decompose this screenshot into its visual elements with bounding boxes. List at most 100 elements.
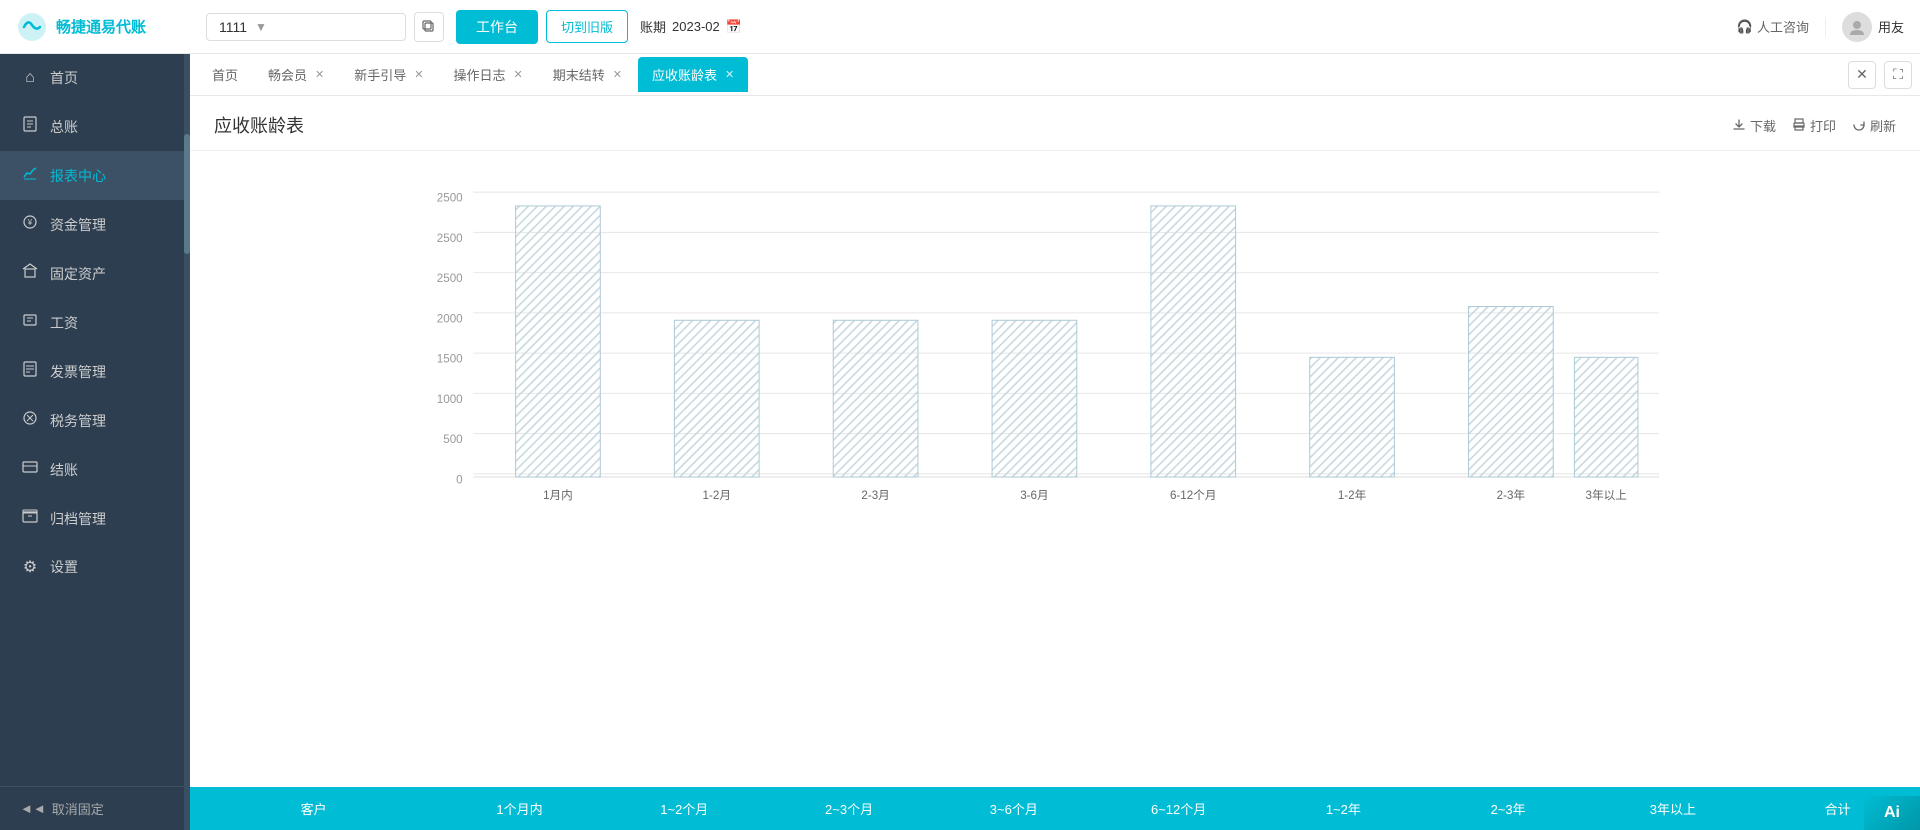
tab-guide[interactable]: 新手引导 ✕ [340,57,437,92]
download-icon [1732,118,1746,132]
user-area[interactable]: 用友 [1842,12,1904,42]
svg-text:3-6月: 3-6月 [1020,489,1048,502]
consult-button[interactable]: 🎧 人工咨询 [1737,17,1809,36]
th-1month: 1个月内 [437,799,602,818]
th-2-3year: 2~3年 [1426,799,1591,818]
table-header-row: 客户 1个月内 1~2个月 2~3个月 3~6个月 6~12个月 1~2年 2~… [190,787,1920,830]
top-header: 畅捷通易代账 1111 ▼ 工作台 切到旧版 账期 2023-02 📅 🎧 人工… [0,0,1920,54]
tab-close-all-button[interactable]: ✕ [1848,61,1876,89]
svg-text:1500: 1500 [437,353,463,366]
sidebar-item-settings[interactable]: ⚙ 设置 [0,543,190,591]
svg-text:1-2年: 1-2年 [1338,488,1367,502]
tab-guide-label: 新手引导 [354,65,406,84]
ai-badge-label: Ai [1884,804,1900,822]
divider [1825,17,1826,37]
svg-text:2-3年: 2-3年 [1497,488,1526,502]
sidebar-label-ledger: 总账 [50,117,78,137]
payroll-icon [20,312,40,333]
svg-text:3年以上: 3年以上 [1586,488,1628,502]
home-icon: ⌂ [20,69,40,87]
svg-text:2-3月: 2-3月 [861,489,889,502]
switch-version-button[interactable]: 切到旧版 [546,10,628,43]
tab-oplog-label: 操作日志 [453,65,505,84]
page-header: 应收账龄表 下载 [190,96,1920,151]
tax-icon [20,410,40,431]
consult-label: 人工咨询 [1757,17,1809,36]
checkout-icon [20,459,40,480]
sidebar-item-reports[interactable]: 报表中心 [0,151,190,200]
sidebar-label-assets: 固定资产 [50,264,106,284]
sidebar-label-reports: 报表中心 [50,166,106,186]
ai-badge[interactable]: Ai [1864,796,1920,830]
print-label: 打印 [1810,116,1836,135]
cancel-fixed-button[interactable]: ◄◄ 取消固定 [0,786,190,830]
sidebar-item-ledger[interactable]: 总账 [0,102,190,151]
tab-member[interactable]: 畅会员 ✕ [254,57,338,92]
tab-actions: ✕ ⛶ [1848,61,1912,89]
sidebar-label-funds: 资金管理 [50,215,106,235]
sidebar-item-home[interactable]: ⌂ 首页 [0,54,190,102]
svg-text:0: 0 [456,473,463,486]
workbench-button[interactable]: 工作台 [456,10,538,44]
tab-member-close[interactable]: ✕ [315,68,324,81]
sidebar-item-assets[interactable]: 固定资产 [0,249,190,298]
ledger-icon [20,116,40,137]
sidebar-label-checkout: 结账 [50,460,78,480]
tab-ar-aging[interactable]: 应收账龄表 ✕ [638,57,748,92]
page-content: 应收账龄表 下载 [190,96,1920,830]
tab-guide-close[interactable]: ✕ [414,68,423,81]
avatar [1842,12,1872,42]
sidebar-item-invoice[interactable]: 发票管理 [0,347,190,396]
sidebar-label-payroll: 工资 [50,313,78,333]
svg-text:1月内: 1月内 [543,488,573,502]
main-layout: ⌂ 首页 总账 报表中心 [0,54,1920,830]
tab-fullscreen-button[interactable]: ⛶ [1884,61,1912,89]
calendar-icon[interactable]: 📅 [726,19,742,35]
tab-oplog[interactable]: 操作日志 ✕ [439,57,536,92]
download-button[interactable]: 下载 [1732,116,1776,135]
company-name: 1111 [219,19,247,35]
period-value: 2023-02 [672,19,720,34]
svg-text:6-12个月: 6-12个月 [1170,489,1217,502]
th-1-2month: 1~2个月 [602,799,767,818]
headset-icon: 🎧 [1737,19,1753,35]
cancel-fixed-label: 取消固定 [52,799,104,818]
assets-icon [20,263,40,284]
content-area: 首页 畅会员 ✕ 新手引导 ✕ 操作日志 ✕ 期末结转 ✕ 应收账龄表 ✕ [190,54,1920,830]
sidebar: ⌂ 首页 总账 报表中心 [0,54,190,830]
sidebar-item-funds[interactable]: ¥ 资金管理 [0,200,190,249]
pin-icon: ◄◄ [20,801,46,816]
tab-oplog-close[interactable]: ✕ [514,68,523,81]
svg-text:2500: 2500 [437,192,463,205]
th-6-12month: 6~12个月 [1096,799,1261,818]
copy-button[interactable] [414,12,444,42]
refresh-button[interactable]: 刷新 [1852,116,1896,135]
archive-icon [20,508,40,529]
funds-icon: ¥ [20,214,40,235]
th-2-3month: 2~3个月 [767,799,932,818]
tab-period-end[interactable]: 期末结转 ✕ [539,57,636,92]
logo-icon [16,11,48,43]
print-button[interactable]: 打印 [1792,116,1836,135]
tab-period-end-close[interactable]: ✕ [613,68,622,81]
th-1-2year: 1~2年 [1261,799,1426,818]
company-selector[interactable]: 1111 ▼ [206,13,406,41]
sidebar-item-payroll[interactable]: 工资 [0,298,190,347]
page-actions: 下载 打印 [1732,116,1896,135]
svg-text:2500: 2500 [437,272,463,285]
svg-text:1000: 1000 [437,393,463,406]
period-label: 账期 [640,17,666,36]
tab-ar-aging-label: 应收账龄表 [652,65,717,84]
tab-period-end-label: 期末结转 [553,65,605,84]
sidebar-item-archive[interactable]: 归档管理 [0,494,190,543]
sidebar-item-checkout[interactable]: 结账 [0,445,190,494]
tab-home[interactable]: 首页 [198,57,252,92]
svg-text:500: 500 [443,433,463,446]
sidebar-label-archive: 归档管理 [50,509,106,529]
refresh-label: 刷新 [1870,116,1896,135]
sidebar-item-tax[interactable]: 税务管理 [0,396,190,445]
th-customer: 客户 [190,799,437,818]
tab-ar-aging-close[interactable]: ✕ [725,68,734,81]
settings-icon: ⚙ [20,557,40,577]
header-right: 🎧 人工咨询 用友 [1737,12,1904,42]
